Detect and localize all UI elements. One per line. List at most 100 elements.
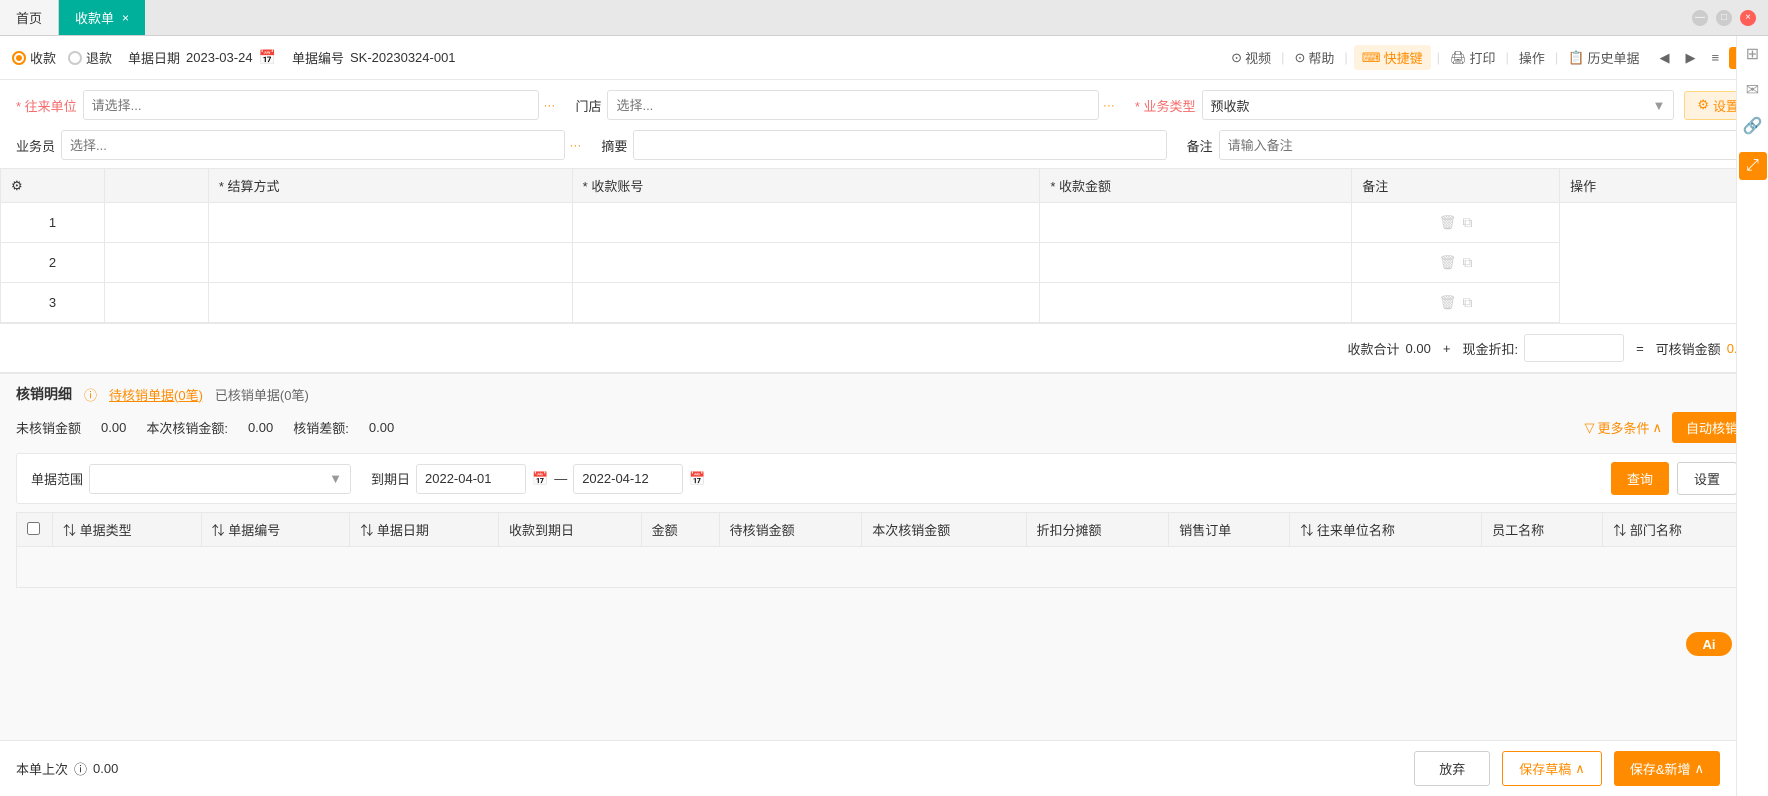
pending-tab[interactable]: 待核销单据(0笔): [109, 385, 203, 404]
discount-input[interactable]: [1524, 334, 1624, 362]
col-account-header: * 收款账号: [572, 169, 1040, 203]
sidebar-table-icon[interactable]: ⊞: [1746, 44, 1759, 64]
close-button[interactable]: ×: [1740, 10, 1756, 26]
query-button[interactable]: 查询: [1611, 462, 1669, 495]
row-1-remark[interactable]: [1040, 203, 1352, 243]
party-label: * 往来单位: [16, 96, 83, 115]
row-1-settle[interactable]: [104, 203, 208, 243]
shop-input[interactable]: [607, 90, 1098, 120]
row-2-delete-icon[interactable]: 🗑: [1439, 254, 1457, 271]
notice-info-icon[interactable]: ⓘ: [74, 759, 87, 778]
row-num-cell: 3: [1, 283, 105, 323]
writeoff-right: ▽ 更多条件 ∧ 自动核销: [1584, 412, 1752, 443]
row-1-copy-icon[interactable]: ⧉: [1463, 214, 1473, 231]
range-select[interactable]: ▼: [89, 464, 351, 494]
print-icon: 🖨: [1450, 50, 1467, 66]
draft-button[interactable]: 保存草稿 ∧: [1502, 751, 1602, 786]
operate-btn[interactable]: 操作: [1515, 48, 1549, 67]
filter-settings-button[interactable]: 设置: [1677, 462, 1737, 495]
empty-row: [17, 547, 1752, 588]
summary-input[interactable]: [633, 130, 1166, 160]
col-amount: 金额: [641, 513, 719, 547]
history-btn[interactable]: 📋 历史单据: [1564, 48, 1643, 67]
row-num-cell: 2: [1, 243, 105, 283]
select-all-checkbox[interactable]: [27, 522, 40, 535]
writeoff-info-icon[interactable]: ⓘ: [84, 385, 97, 404]
save-arrow-icon: ∧: [1694, 761, 1704, 777]
biz-type-field: * 业务类型 预收款 ▼: [1135, 90, 1674, 120]
table-section: ⚙ * 结算方式 * 收款账号 * 收款金额 备注 操作: [0, 168, 1768, 323]
table-row: 3 🗑 ⧉: [1, 283, 1768, 323]
row-3-amount[interactable]: [572, 283, 1040, 323]
row-3-copy-icon[interactable]: ⧉: [1463, 294, 1473, 311]
row-2-copy-icon[interactable]: ⧉: [1463, 254, 1473, 271]
video-label: 视频: [1245, 48, 1271, 67]
nav-prev-icon[interactable]: ◀: [1654, 47, 1676, 69]
date-field: 单据日期 2023-03-24 📅: [128, 48, 276, 67]
biz-type-select[interactable]: 预收款 ▼: [1202, 90, 1675, 120]
col-settings[interactable]: ⚙: [1, 169, 105, 203]
sidebar-expand-icon[interactable]: ⤢: [1739, 152, 1767, 180]
row-3-delete-icon[interactable]: 🗑: [1439, 294, 1457, 311]
draft-label: 保存草稿: [1519, 759, 1571, 778]
window-controls: — □ ×: [1692, 10, 1768, 26]
maximize-button[interactable]: □: [1716, 10, 1732, 26]
row-2-amount[interactable]: [572, 243, 1040, 283]
print-btn[interactable]: 🖨 打印: [1446, 48, 1500, 67]
date-label: 单据日期: [128, 48, 180, 67]
row-2-settle[interactable]: [104, 243, 208, 283]
row-2-account[interactable]: [208, 243, 572, 283]
tab-current[interactable]: 收款单 ×: [59, 0, 145, 35]
biz-type-value: 预收款: [1211, 96, 1653, 115]
minimize-button[interactable]: —: [1692, 10, 1708, 26]
radio-refund[interactable]: 退款: [68, 48, 112, 67]
nav-next-icon[interactable]: ▶: [1680, 47, 1702, 69]
more-conditions-btn[interactable]: ▽ 更多条件 ∧: [1584, 418, 1662, 437]
diff-label: 核销差额:: [293, 418, 349, 437]
table-row: 2 🗑 ⧉: [1, 243, 1768, 283]
row-2-remark[interactable]: [1040, 243, 1352, 283]
tab-close-icon[interactable]: ×: [122, 11, 129, 25]
cal-from-icon[interactable]: 📅: [532, 471, 548, 487]
settings-gear-icon: ⚙: [1697, 97, 1709, 113]
staff-more-icon[interactable]: ···: [569, 138, 581, 152]
ai-badge[interactable]: Ai: [1686, 632, 1732, 656]
radio-receive[interactable]: 收款: [12, 48, 56, 67]
remark-input[interactable]: [1219, 130, 1752, 160]
tab-home[interactable]: 首页: [0, 0, 59, 35]
row-3-account[interactable]: [208, 283, 572, 323]
shortcut-btn[interactable]: ⌨ 快捷键: [1354, 45, 1431, 70]
sidebar-email-icon[interactable]: ✉: [1746, 80, 1759, 100]
done-tab[interactable]: 已核销单据(0笔): [215, 385, 309, 404]
party-more-icon[interactable]: ···: [543, 98, 555, 112]
calendar-icon[interactable]: 📅: [259, 49, 276, 66]
table-row: 1 🗑 ⧉: [1, 203, 1768, 243]
col-remark-header: 备注: [1352, 169, 1560, 203]
writeoff-stats: 未核销金额 0.00 本次核销金额: 0.00 核销差额: 0.00 ▽ 更多条…: [16, 412, 1752, 443]
history-label: 历史单据: [1587, 48, 1639, 67]
sidebar-link-icon[interactable]: 🔗: [1743, 116, 1763, 136]
cal-to-icon[interactable]: 📅: [689, 471, 705, 487]
discard-button[interactable]: 放弃: [1414, 751, 1490, 786]
date-to-input[interactable]: [573, 464, 683, 494]
row-1-delete-icon[interactable]: 🗑: [1439, 214, 1457, 231]
toolbar-right: ⊙ 视频 | ⊙ 帮助 | ⌨ 快捷键 | 🖨 打印 | 操作 |: [1227, 45, 1756, 70]
date-dash: —: [554, 471, 567, 486]
row-3-settle[interactable]: [104, 283, 208, 323]
page-footer: 本单上次 ⓘ 0.00 放弃 保存草稿 ∧ 保存&新增 ∧: [0, 740, 1736, 796]
col-current: 本次核销金额: [862, 513, 1026, 547]
row-3-remark[interactable]: [1040, 283, 1352, 323]
video-btn[interactable]: ⊙ 视频: [1227, 48, 1275, 67]
row-1-account[interactable]: [208, 203, 572, 243]
list-view-icon[interactable]: ≡: [1706, 47, 1726, 69]
date-from-input[interactable]: [416, 464, 526, 494]
shop-more-icon[interactable]: ···: [1103, 98, 1115, 112]
help-btn[interactable]: ⊙ 帮助: [1290, 48, 1338, 67]
save-button[interactable]: 保存&新增 ∧: [1614, 751, 1720, 786]
col-type: ⇅ 单据类型: [53, 513, 202, 547]
staff-input[interactable]: [61, 130, 565, 160]
filter-buttons: 查询 设置: [1611, 462, 1737, 495]
col-pending: 待核销金额: [719, 513, 862, 547]
party-input[interactable]: [83, 90, 540, 120]
row-1-amount[interactable]: [572, 203, 1040, 243]
